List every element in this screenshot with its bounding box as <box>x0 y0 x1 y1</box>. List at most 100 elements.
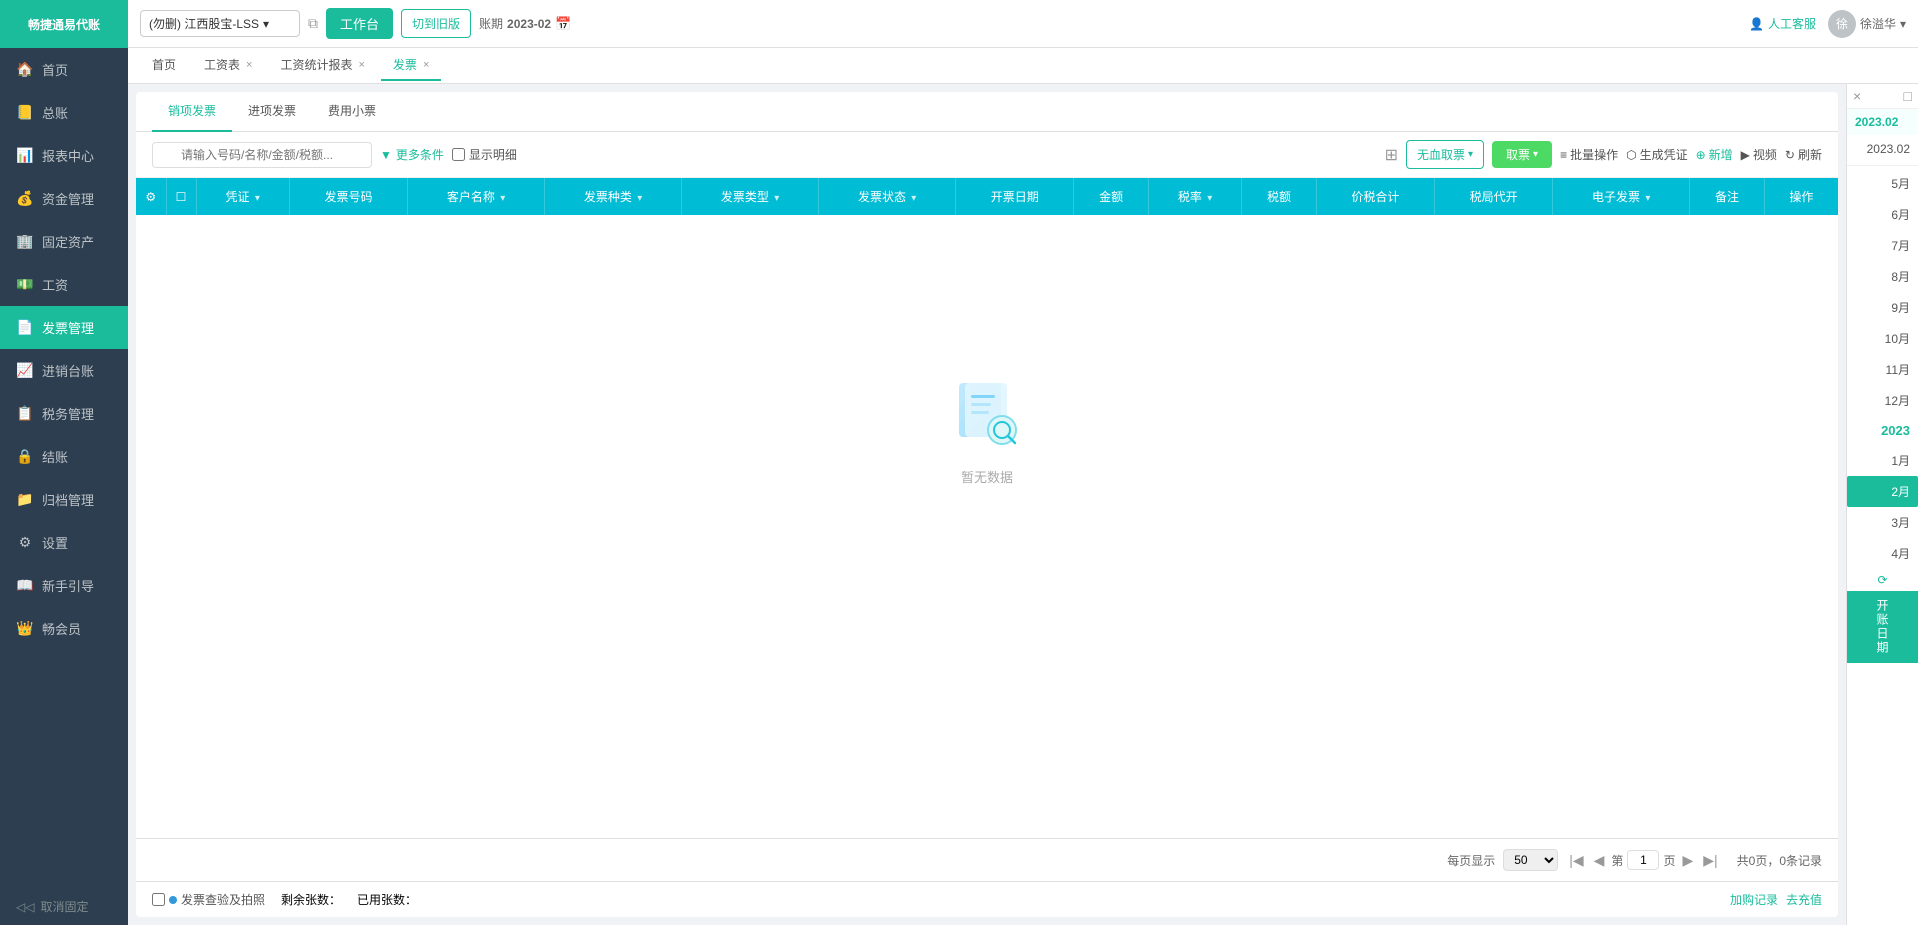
user-service-button[interactable]: 👤 人工客服 <box>1749 15 1816 32</box>
period-item-10[interactable]: 10月 <box>1847 323 1918 354</box>
video-button[interactable]: ▶ 视频 <box>1741 146 1777 163</box>
page-size-select[interactable]: 50 100 200 <box>1503 849 1558 871</box>
next-page-button[interactable]: ▶ <box>1679 852 1696 869</box>
sidebar-item-home[interactable]: 🏠 首页 <box>0 48 128 91</box>
video-icon: ▶ <box>1741 148 1750 162</box>
company-selector[interactable]: (勿删) 江西股宝-LSS ▾ <box>140 10 300 37</box>
sidebar-item-report[interactable]: 📊 报表中心 <box>0 134 128 177</box>
period-item-12[interactable]: 12月 <box>1847 385 1918 416</box>
last-page-button[interactable]: ▶| <box>1700 852 1720 869</box>
sidebar-ledger-label: 总账 <box>42 103 68 122</box>
sub-tab-outgoing[interactable]: 销项发票 <box>152 92 232 132</box>
th-settings[interactable]: ⚙ <box>136 178 166 215</box>
toolbar: 🔍 ▼ 更多条件 显示明细 ⊞ 无血取票 ▾ <box>136 132 1838 178</box>
sub-tab-incoming[interactable]: 进项发票 <box>232 92 312 132</box>
batch-ops-button[interactable]: ≡ 批量操作 <box>1560 146 1618 163</box>
period-item-7[interactable]: 7月 <box>1847 230 1918 261</box>
sidebar-item-asset[interactable]: 🏢 固定资产 <box>0 220 128 263</box>
tab-payroll[interactable]: 工资表 × <box>192 50 264 81</box>
tab-invoice-close[interactable]: × <box>423 59 429 71</box>
show-details-input[interactable] <box>452 148 465 161</box>
workbench-button[interactable]: 工作台 <box>326 8 393 39</box>
th-tax-open: 税局代开 <box>1435 178 1553 215</box>
grid-view-icon[interactable]: ⊞ <box>1385 145 1398 165</box>
new-button[interactable]: ⊕ 新增 <box>1696 146 1733 163</box>
sidebar-item-fund[interactable]: 💰 资金管理 <box>0 177 128 220</box>
sidebar-item-tax[interactable]: 📋 税务管理 <box>0 392 128 435</box>
recharge-link[interactable]: 去充值 <box>1786 891 1822 908</box>
th-total: 价税合计 <box>1316 178 1434 215</box>
get-invoice-button[interactable]: 取票 ▾ <box>1492 141 1552 168</box>
invoice-panel: 销项发票 进项发票 费用小票 🔍 ▼ 更多条件 <box>136 92 1838 917</box>
user-profile-button[interactable]: 徐 徐溢华 ▾ <box>1828 10 1906 38</box>
calendar-icon: 📅 <box>555 16 571 32</box>
sidebar-member-label: 畅会员 <box>42 619 81 638</box>
check-verify-checkbox[interactable] <box>152 893 165 906</box>
sidebar-item-invoice[interactable]: 📄 发票管理 <box>0 306 128 349</box>
prev-page-button[interactable]: ◀ <box>1591 852 1608 869</box>
sidebar-asset-label: 固定资产 <box>42 232 94 251</box>
sidebar-item-sales[interactable]: 📈 进销台账 <box>0 349 128 392</box>
sub-tab-expense[interactable]: 费用小票 <box>312 92 392 132</box>
period-year-header-2023: 2023.02 <box>1847 109 1918 135</box>
period-close-row: × □ <box>1847 84 1918 109</box>
period-item-1[interactable]: 1月 <box>1847 445 1918 476</box>
tab-payroll-report[interactable]: 工资统计报表 × <box>268 50 376 81</box>
sidebar-item-settings[interactable]: ⚙ 设置 <box>0 521 128 564</box>
sidebar-item-ledger[interactable]: 📒 总账 <box>0 91 128 134</box>
period-expand-button[interactable]: □ <box>1904 88 1912 104</box>
period-item-4[interactable]: 4月 <box>1847 538 1918 569</box>
period-item-5[interactable]: 5月 <box>1847 168 1918 199</box>
period-item-2023-02-dup[interactable]: 2023.02 <box>1847 135 1918 163</box>
period-item-3[interactable]: 3月 <box>1847 507 1918 538</box>
first-page-button[interactable]: |◀ <box>1566 852 1586 869</box>
th-actions: 操作 <box>1764 178 1838 215</box>
add-icon: ⊕ <box>1696 148 1706 162</box>
user-avatar: 徐 <box>1828 10 1856 38</box>
no-invoice-dropdown-icon: ▾ <box>1468 149 1473 160</box>
sub-tabbar: 销项发票 进项发票 费用小票 <box>136 92 1838 132</box>
period-item-2[interactable]: 2月 <box>1847 476 1918 507</box>
switch-version-button[interactable]: 切到旧版 <box>401 9 471 38</box>
period-item-11[interactable]: 11月 <box>1847 354 1918 385</box>
sidebar-item-archive[interactable]: 📁 归档管理 <box>0 478 128 521</box>
remaining-label: 剩余张数： <box>281 891 341 908</box>
sidebar-item-payroll[interactable]: 💵 工资 <box>0 263 128 306</box>
tab-invoice[interactable]: 发票 × <box>381 50 441 81</box>
sidebar-close-accounts-label: 结账 <box>42 447 68 466</box>
open-period-button[interactable]: 开账日期 <box>1847 591 1918 663</box>
sidebar-item-close-accounts[interactable]: 🔒 结账 <box>0 435 128 478</box>
add-record-link[interactable]: 加购记录 <box>1730 891 1778 908</box>
th-electronic: 电子发票 ▾ <box>1553 178 1690 215</box>
sidebar-item-guide[interactable]: 📖 新手引导 <box>0 564 128 607</box>
total-label: 共0页，0条记录 <box>1737 852 1822 869</box>
copy-icon[interactable]: ⧉ <box>308 15 318 32</box>
show-details-checkbox[interactable]: 显示明细 <box>452 146 517 163</box>
sidebar-pin-btn[interactable]: ◁◁ 取消固定 <box>0 888 128 925</box>
period-label: 账期 2023-02 📅 <box>479 15 571 32</box>
status-bar: 发票查验及拍照 剩余张数： 已用张数： 加购记录 去充值 <box>136 881 1838 917</box>
more-conditions-button[interactable]: ▼ 更多条件 <box>380 146 444 163</box>
period-close-button[interactable]: × <box>1853 88 1861 104</box>
period-item-6[interactable]: 6月 <box>1847 199 1918 230</box>
period-scroll-icon[interactable]: ⟳ <box>1847 569 1918 591</box>
tab-home[interactable]: 首页 <box>140 50 188 81</box>
get-invoice-dropdown-icon: ▾ <box>1533 149 1538 160</box>
page-input[interactable] <box>1627 850 1659 870</box>
filter-icon: ▼ <box>380 148 392 162</box>
tab-payroll-close[interactable]: × <box>246 59 252 71</box>
member-icon: 👑 <box>16 620 34 637</box>
no-invoice-button[interactable]: 无血取票 ▾ <box>1406 140 1484 169</box>
tab-payroll-report-close[interactable]: × <box>358 59 364 71</box>
page-nav: |◀ ◀ 第 页 ▶ ▶| <box>1566 850 1720 870</box>
sidebar-tax-label: 税务管理 <box>42 404 94 423</box>
main-area: (勿删) 江西股宝-LSS ▾ ⧉ 工作台 切到旧版 账期 2023-02 📅 … <box>128 0 1918 925</box>
sidebar-settings-label: 设置 <box>42 533 68 552</box>
search-input[interactable] <box>152 142 372 168</box>
period-item-9[interactable]: 9月 <box>1847 292 1918 323</box>
sidebar-item-member[interactable]: 👑 畅会员 <box>0 607 128 650</box>
gen-voucher-button[interactable]: ⬡ 生成凭证 <box>1626 146 1688 163</box>
refresh-button[interactable]: ↻ 刷新 <box>1785 146 1822 163</box>
th-checkbox[interactable]: ☐ <box>166 178 196 215</box>
period-item-8[interactable]: 8月 <box>1847 261 1918 292</box>
